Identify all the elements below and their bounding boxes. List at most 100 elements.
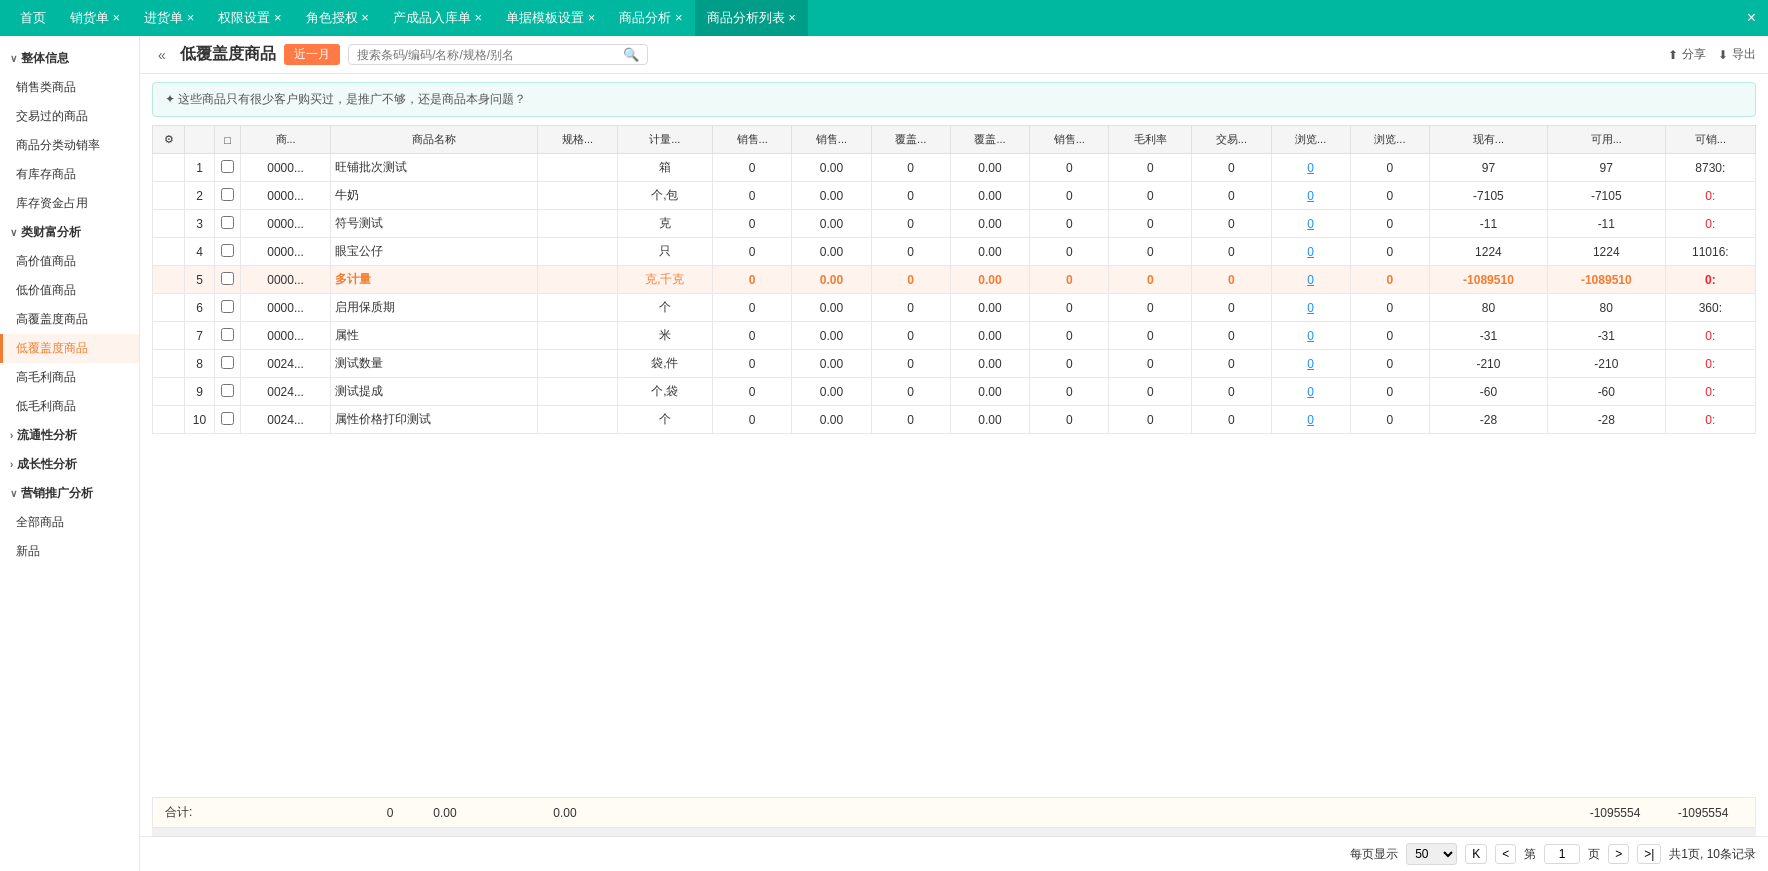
td-browse-a[interactable]: 0 xyxy=(1271,378,1350,406)
td-checkbox[interactable] xyxy=(215,322,241,350)
th-cover-a[interactable]: 覆盖... xyxy=(871,126,950,154)
browse-link[interactable]: 0 xyxy=(1307,329,1314,343)
th-trans[interactable]: 交易... xyxy=(1192,126,1271,154)
td-checkbox[interactable] xyxy=(215,210,241,238)
browse-link[interactable]: 0 xyxy=(1307,273,1314,287)
sidebar-item-low-value[interactable]: 低价值商品 xyxy=(0,276,139,305)
th-checkbox[interactable]: □ xyxy=(215,126,241,154)
first-page-button[interactable]: K xyxy=(1465,844,1487,864)
sidebar-collapse-icon[interactable]: « xyxy=(152,45,172,65)
sidebar-group-growth[interactable]: › 成长性分析 xyxy=(0,450,139,479)
row-checkbox[interactable] xyxy=(221,216,234,229)
nav-permissions[interactable]: 权限设置 × xyxy=(206,0,293,36)
th-browse-a[interactable]: 浏览... xyxy=(1271,126,1350,154)
sidebar-item-new-goods[interactable]: 新品 xyxy=(0,537,139,566)
nav-production[interactable]: 产成品入库单 × xyxy=(381,0,494,36)
sidebar-item-in-stock[interactable]: 有库存商品 xyxy=(0,160,139,189)
row-checkbox[interactable] xyxy=(221,328,234,341)
browse-link[interactable]: 0 xyxy=(1307,217,1314,231)
th-sales-amt[interactable]: 销售... xyxy=(792,126,871,154)
browse-link[interactable]: 0 xyxy=(1307,385,1314,399)
th-browse-b[interactable]: 浏览... xyxy=(1350,126,1429,154)
nav-purchase[interactable]: 进货单 × xyxy=(132,0,206,36)
browse-link[interactable]: 0 xyxy=(1307,357,1314,371)
td-browse-a[interactable]: 0 xyxy=(1271,154,1350,182)
td-browse-a[interactable]: 0 xyxy=(1271,266,1350,294)
sidebar-item-traded-goods[interactable]: 交易过的商品 xyxy=(0,102,139,131)
td-browse-a[interactable]: 0 xyxy=(1271,182,1350,210)
horizontal-scrollbar[interactable] xyxy=(152,828,1756,836)
td-browse-a[interactable]: 0 xyxy=(1271,294,1350,322)
sidebar-group-overall[interactable]: ∨ 整体信息 xyxy=(0,44,139,73)
page-size-select[interactable]: 20 50 100 xyxy=(1406,843,1457,865)
sidebar-item-capital[interactable]: 库存资金占用 xyxy=(0,189,139,218)
td-browse-a[interactable]: 0 xyxy=(1271,238,1350,266)
row-checkbox[interactable] xyxy=(221,384,234,397)
nav-sales[interactable]: 销货单 × xyxy=(58,0,132,36)
sidebar-item-high-profit[interactable]: 高毛利商品 xyxy=(0,363,139,392)
browse-link[interactable]: 0 xyxy=(1307,189,1314,203)
td-checkbox[interactable] xyxy=(215,266,241,294)
browse-link[interactable]: 0 xyxy=(1307,301,1314,315)
td-checkbox[interactable] xyxy=(215,238,241,266)
next-page-button[interactable]: > xyxy=(1608,844,1629,864)
row-checkbox[interactable] xyxy=(221,188,234,201)
td-browse-a[interactable]: 0 xyxy=(1271,210,1350,238)
last-page-button[interactable]: >| xyxy=(1637,844,1661,864)
th-settings[interactable]: ⚙ xyxy=(153,126,185,154)
th-can-sell[interactable]: 可销... xyxy=(1665,126,1755,154)
th-sales-qty[interactable]: 销售... xyxy=(713,126,792,154)
nav-templates[interactable]: 单据模板设置 × xyxy=(494,0,607,36)
sidebar-item-low-coverage[interactable]: 低覆盖度商品 xyxy=(0,334,139,363)
td-checkbox[interactable] xyxy=(215,378,241,406)
search-input[interactable] xyxy=(357,48,623,62)
browse-link[interactable]: 0 xyxy=(1307,161,1314,175)
browse-link[interactable]: 0 xyxy=(1307,245,1314,259)
table-container[interactable]: ⚙ □ 商... 商品名称 规格... 计量... 销售... 销售... 覆盖… xyxy=(152,125,1756,797)
sidebar-item-high-value[interactable]: 高价值商品 xyxy=(0,247,139,276)
row-checkbox[interactable] xyxy=(221,244,234,257)
th-cover-b[interactable]: 覆盖... xyxy=(950,126,1029,154)
td-checkbox[interactable] xyxy=(215,294,241,322)
sidebar-item-high-coverage[interactable]: 高覆盖度商品 xyxy=(0,305,139,334)
row-checkbox[interactable] xyxy=(221,356,234,369)
nav-home[interactable]: 首页 xyxy=(8,0,58,36)
nav-product-analysis-list[interactable]: 商品分析列表 × xyxy=(695,0,808,36)
nav-product-analysis[interactable]: 商品分析 × xyxy=(607,0,694,36)
td-browse-a[interactable]: 0 xyxy=(1271,350,1350,378)
th-sales-c[interactable]: 销售... xyxy=(1030,126,1109,154)
th-unit[interactable]: 计量... xyxy=(617,126,712,154)
window-close-icon[interactable]: × xyxy=(1747,9,1756,27)
nav-roles[interactable]: 角色授权 × xyxy=(294,0,381,36)
th-gross-rate[interactable]: 毛利率 xyxy=(1109,126,1192,154)
th-spec[interactable]: 规格... xyxy=(538,126,617,154)
th-stock-b[interactable]: 可用... xyxy=(1547,126,1665,154)
row-checkbox[interactable] xyxy=(221,300,234,313)
sidebar-item-low-profit[interactable]: 低毛利商品 xyxy=(0,392,139,421)
sidebar-group-marketing[interactable]: ∨ 营销推广分析 xyxy=(0,479,139,508)
row-checkbox[interactable] xyxy=(221,160,234,173)
td-checkbox[interactable] xyxy=(215,154,241,182)
td-browse-a[interactable]: 0 xyxy=(1271,322,1350,350)
th-stock-a[interactable]: 现有... xyxy=(1430,126,1548,154)
search-icon[interactable]: 🔍 xyxy=(623,47,639,62)
sidebar-item-category-rate[interactable]: 商品分类动销率 xyxy=(0,131,139,160)
row-checkbox[interactable] xyxy=(221,272,234,285)
prev-page-button[interactable]: < xyxy=(1495,844,1516,864)
th-code[interactable]: 商... xyxy=(241,126,331,154)
share-button[interactable]: ⬆ 分享 xyxy=(1668,46,1706,63)
td-browse-a[interactable]: 0 xyxy=(1271,406,1350,434)
export-button[interactable]: ⬇ 导出 xyxy=(1718,46,1756,63)
current-page-input[interactable] xyxy=(1544,844,1580,864)
th-name[interactable]: 商品名称 xyxy=(331,126,538,154)
sidebar-group-circulation[interactable]: › 流通性分析 xyxy=(0,421,139,450)
td-checkbox[interactable] xyxy=(215,406,241,434)
time-filter-button[interactable]: 近一月 xyxy=(284,44,340,65)
sidebar-group-wealth[interactable]: ∨ 类财富分析 xyxy=(0,218,139,247)
row-checkbox[interactable] xyxy=(221,412,234,425)
sidebar-item-sales-goods[interactable]: 销售类商品 xyxy=(0,73,139,102)
td-checkbox[interactable] xyxy=(215,350,241,378)
td-checkbox[interactable] xyxy=(215,182,241,210)
sidebar-item-all-goods[interactable]: 全部商品 xyxy=(0,508,139,537)
browse-link[interactable]: 0 xyxy=(1307,413,1314,427)
